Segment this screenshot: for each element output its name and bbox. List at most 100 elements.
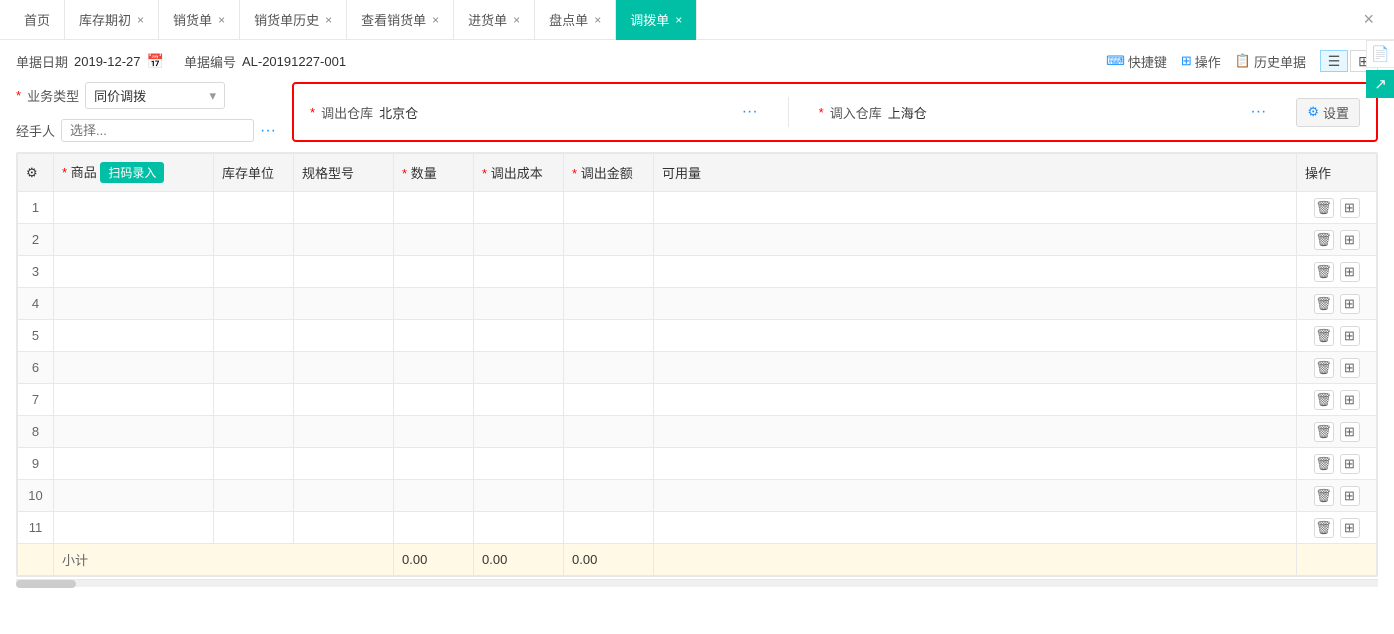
tab-close-view-sales[interactable]: × <box>432 13 439 27</box>
row-2-unit[interactable] <box>214 224 294 256</box>
main-content: 单据日期 2019-12-27 📅 单据编号 AL-20191227-001 ⌨… <box>0 40 1394 597</box>
tab-transfer-order[interactable]: 调拨单 × <box>616 0 697 40</box>
tab-close-inventory-check[interactable]: × <box>594 13 601 27</box>
tab-close-purchase-order[interactable]: × <box>513 13 520 27</box>
row-2-cost[interactable] <box>474 224 564 256</box>
tab-sales-history[interactable]: 销货单历史 × <box>240 0 347 40</box>
table-row: 11 🗑⊞ <box>18 512 1377 544</box>
copy-icon-1[interactable]: ⊞ <box>1340 198 1360 218</box>
table-row: 10 🗑⊞ <box>18 480 1377 512</box>
history-btn[interactable]: 📋 历史单据 <box>1235 52 1306 71</box>
copy-icon-8[interactable]: ⊞ <box>1340 422 1360 442</box>
scrollbar-thumb[interactable] <box>16 580 76 588</box>
row-1-cost[interactable] <box>474 192 564 224</box>
calendar-icon[interactable]: 📅 <box>147 53 164 70</box>
required-star: * <box>16 88 21 103</box>
row-1-qty[interactable] <box>394 192 474 224</box>
delete-icon-9[interactable]: 🗑 <box>1314 454 1334 474</box>
list-view-btn[interactable]: ☰ <box>1320 50 1348 72</box>
history-icon: 📋 <box>1235 53 1251 69</box>
handler-more-icon[interactable]: ··· <box>260 122 276 140</box>
tab-inventory-check[interactable]: 盘点单 × <box>535 0 616 40</box>
sidebar-doc-btn[interactable]: 📄 <box>1366 40 1394 68</box>
data-table-container: ⚙ * 商品 扫码录入 库存单位 规格型号 * 数量 <box>16 152 1378 577</box>
copy-icon-6[interactable]: ⊞ <box>1340 358 1360 378</box>
row-2-product[interactable] <box>54 224 214 256</box>
warehouse-out-value: 北京仓 <box>379 103 418 122</box>
delete-icon-10[interactable]: 🗑 <box>1314 486 1334 506</box>
copy-icon-7[interactable]: ⊞ <box>1340 390 1360 410</box>
table-row: 6 🗑⊞ <box>18 352 1377 384</box>
form-left: * 业务类型 同价调拨 ▾ 经手人 ··· <box>16 82 276 142</box>
delete-icon-11[interactable]: 🗑 <box>1314 518 1334 538</box>
row-2-op: 🗑 ⊞ <box>1297 224 1377 256</box>
row-2-avail[interactable] <box>654 224 1297 256</box>
horizontal-scrollbar[interactable] <box>16 579 1378 587</box>
chevron-down-icon: ▾ <box>210 88 217 104</box>
delete-icon-5[interactable]: 🗑 <box>1314 326 1334 346</box>
sidebar-export-btn[interactable]: ↗ <box>1366 70 1394 98</box>
table-row: 4 🗑⊞ <box>18 288 1377 320</box>
copy-icon-4[interactable]: ⊞ <box>1340 294 1360 314</box>
tab-close-sales-order[interactable]: × <box>218 13 225 27</box>
row-2-amount[interactable] <box>564 224 654 256</box>
settings-button[interactable]: ⚙ 设置 <box>1296 98 1360 127</box>
scan-button[interactable]: 扫码录入 <box>100 162 164 183</box>
copy-icon-5[interactable]: ⊞ <box>1340 326 1360 346</box>
tab-close-transfer-order[interactable]: × <box>675 13 682 27</box>
tab-view-sales[interactable]: 查看销货单 × <box>347 0 454 40</box>
tab-inventory-init[interactable]: 库存期初 × <box>65 0 159 40</box>
th-spec: 规格型号 <box>294 154 394 192</box>
delete-icon-7[interactable]: 🗑 <box>1314 390 1334 410</box>
business-type-field: * 业务类型 同价调拨 ▾ <box>16 82 276 109</box>
table-header-row: ⚙ * 商品 扫码录入 库存单位 规格型号 * 数量 <box>18 154 1377 192</box>
delete-icon-2[interactable]: 🗑 <box>1314 230 1334 250</box>
row-1-avail[interactable] <box>654 192 1297 224</box>
right-sidebar: 📄 ↗ <box>1366 40 1394 98</box>
row-1-spec[interactable] <box>294 192 394 224</box>
tab-home[interactable]: 首页 <box>10 0 65 40</box>
row-num-2: 2 <box>18 224 54 256</box>
warehouse-out-more-icon[interactable]: ··· <box>742 103 758 121</box>
tab-sales-order[interactable]: 销货单 × <box>159 0 240 40</box>
settings-label: 设置 <box>1323 103 1349 122</box>
shortcut-btn[interactable]: ⌨ 快捷键 <box>1106 52 1167 71</box>
copy-icon-9[interactable]: ⊞ <box>1340 454 1360 474</box>
form-section: * 业务类型 同价调拨 ▾ 经手人 ··· * 调出仓库 北京仓 ··· <box>16 82 1378 142</box>
delete-icon-1[interactable]: 🗑 <box>1314 198 1334 218</box>
window-close-button[interactable]: × <box>1353 9 1384 30</box>
copy-icon-10[interactable]: ⊞ <box>1340 486 1360 506</box>
operation-btn[interactable]: ⊞ 操作 <box>1181 52 1221 71</box>
delete-icon-4[interactable]: 🗑 <box>1314 294 1334 314</box>
copy-icon-2[interactable]: ⊞ <box>1340 230 1360 250</box>
row-2-qty[interactable] <box>394 224 474 256</box>
business-type-value: 同价调拨 <box>94 86 146 105</box>
date-field: 单据日期 2019-12-27 📅 <box>16 52 164 71</box>
delete-icon-8[interactable]: 🗑 <box>1314 422 1334 442</box>
copy-icon-11[interactable]: ⊞ <box>1340 518 1360 538</box>
date-label: 单据日期 <box>16 52 68 71</box>
row-1-op: 🗑 ⊞ <box>1297 192 1377 224</box>
row-1-product[interactable] <box>54 192 214 224</box>
copy-icon-3[interactable]: ⊞ <box>1340 262 1360 282</box>
warehouse-out-label: 调出仓库 <box>321 103 373 122</box>
tab-close-sales-history[interactable]: × <box>325 13 332 27</box>
warehouse-in-more-icon[interactable]: ··· <box>1250 103 1266 121</box>
tab-close-inventory-init[interactable]: × <box>137 13 144 27</box>
business-type-select[interactable]: 同价调拨 ▾ <box>85 82 225 109</box>
handler-input[interactable] <box>61 119 254 142</box>
warehouse-in-value: 上海仓 <box>888 103 927 122</box>
th-settings[interactable]: ⚙ <box>18 154 54 192</box>
row-1-amount[interactable] <box>564 192 654 224</box>
table-row: 3 🗑⊞ <box>18 256 1377 288</box>
row-2-spec[interactable] <box>294 224 394 256</box>
th-amount: * 调出金额 <box>564 154 654 192</box>
table-row: 8 🗑⊞ <box>18 416 1377 448</box>
warehouse-in-field: * 调入仓库 上海仓 ··· <box>819 103 1267 122</box>
tab-purchase-order[interactable]: 进货单 × <box>454 0 535 40</box>
row-1-unit[interactable] <box>214 192 294 224</box>
th-product: * 商品 扫码录入 <box>54 154 214 192</box>
delete-icon-3[interactable]: 🗑 <box>1314 262 1334 282</box>
settings-icon: ⚙ <box>26 165 38 180</box>
delete-icon-6[interactable]: 🗑 <box>1314 358 1334 378</box>
